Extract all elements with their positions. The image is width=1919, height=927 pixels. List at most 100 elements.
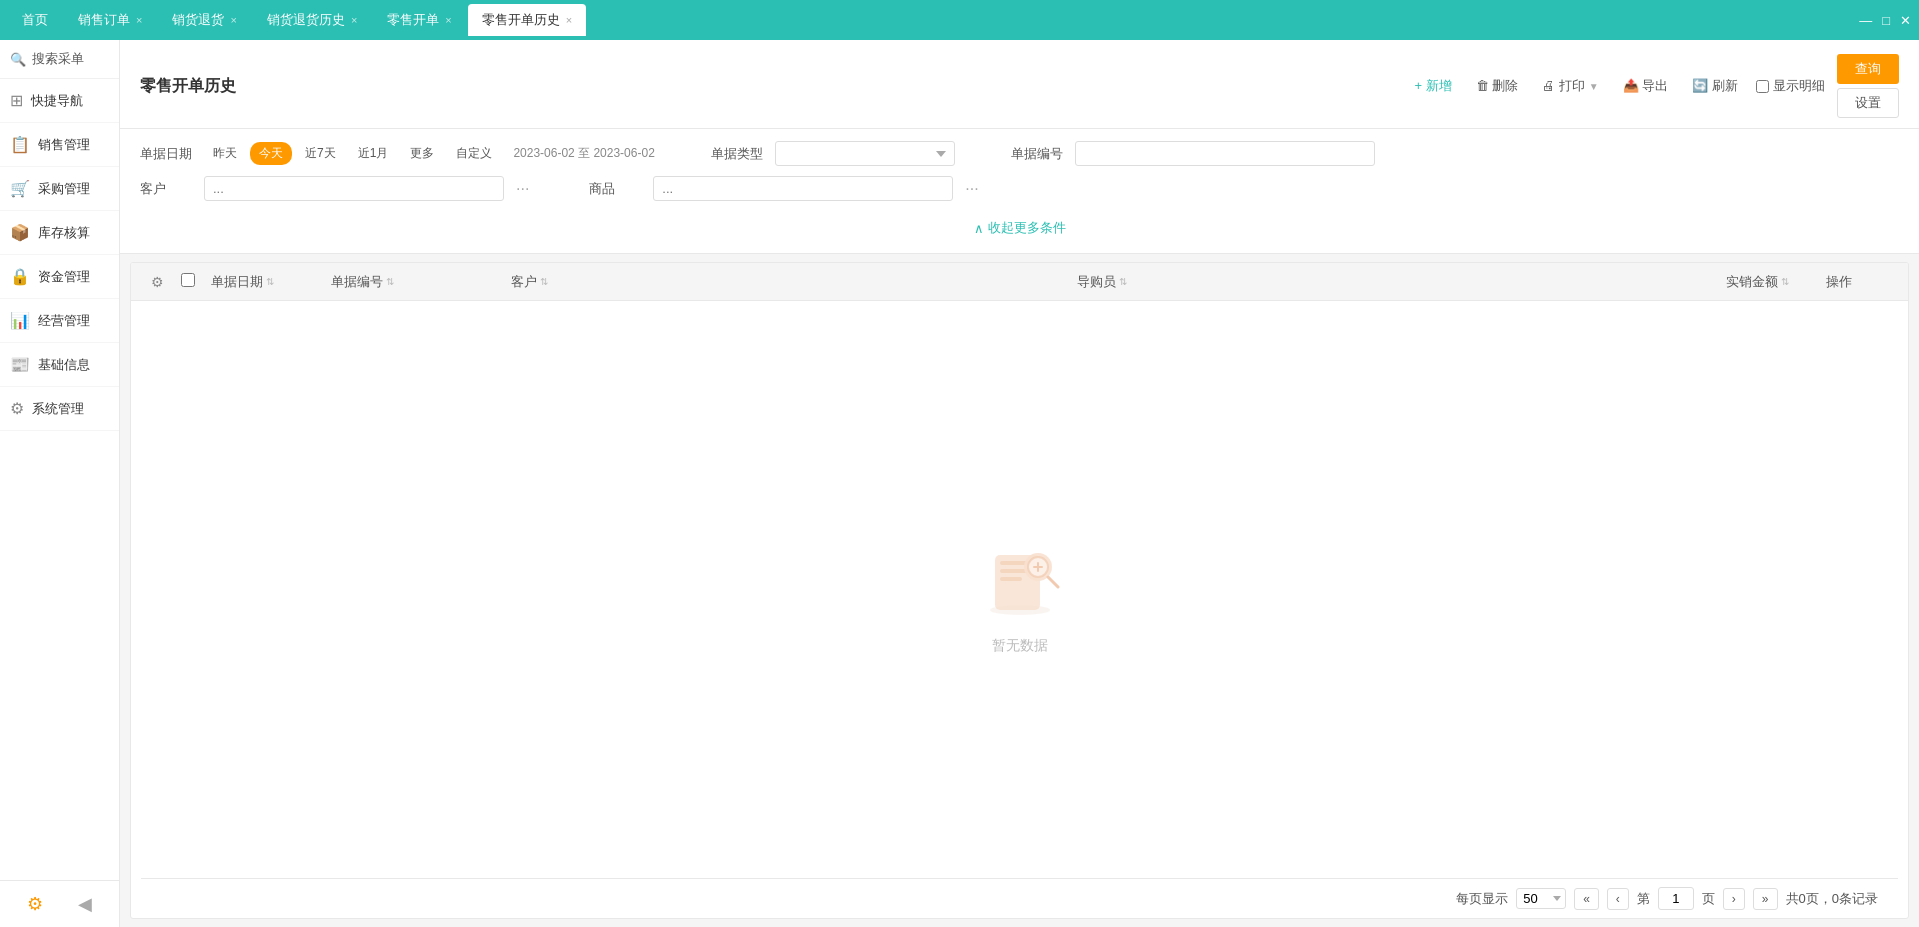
display-detail-checkbox[interactable] [1756, 80, 1769, 93]
tab-home[interactable]: 首页 [8, 4, 62, 36]
page-prefix: 第 [1637, 890, 1650, 908]
refresh-button[interactable]: 🔄 刷新 [1686, 73, 1744, 99]
next-page-btn[interactable]: › [1723, 888, 1745, 910]
date-btn-7days[interactable]: 近7天 [296, 142, 345, 165]
per-page-label: 每页显示 [1456, 890, 1508, 908]
col-guide[interactable]: 导购员 ⇅ [1069, 273, 1169, 291]
collapse-icon: ∧ [974, 221, 984, 236]
product-label: 商品 [589, 180, 645, 198]
tab-sales-return[interactable]: 销货退货 × [158, 4, 250, 36]
sidebar-item-finance[interactable]: 🔒 资金管理 [0, 255, 119, 299]
basic-info-icon: 📰 [10, 355, 30, 374]
print-button[interactable]: 🖨 打印 ▼ [1536, 73, 1605, 99]
sort-amount-icon: ⇅ [1781, 276, 1789, 287]
sort-guide-icon: ⇅ [1119, 276, 1127, 287]
col-amount[interactable]: 实销金额 ⇅ [1718, 273, 1818, 291]
svg-rect-4 [1000, 577, 1022, 581]
date-buttons: 昨天 今天 近7天 近1月 更多 自定义 [204, 142, 501, 165]
collapse-btn[interactable]: ∧ 收起更多条件 [974, 215, 1066, 241]
date-btn-more[interactable]: 更多 [401, 142, 443, 165]
tab-close-retail-open-history[interactable]: × [566, 14, 572, 26]
customer-filter: 客户 ··· [140, 176, 533, 201]
pagination: 每页显示 50 10 20 100 « ‹ 第 页 › » 共0页，0条记录 [141, 878, 1898, 918]
empty-illustration [970, 525, 1070, 625]
col-action: 操作 [1818, 273, 1898, 291]
select-all-checkbox-cell[interactable] [173, 273, 203, 290]
first-page-btn[interactable]: « [1574, 888, 1599, 910]
sidebar-item-quick-nav[interactable]: ⊞ 快捷导航 [0, 79, 119, 123]
sidebar-item-purchase-mgmt[interactable]: 🛒 采购管理 [0, 167, 119, 211]
sidebar-bottom: ⚙ ◀ [0, 880, 119, 927]
customer-ellipsis-btn[interactable]: ··· [512, 180, 533, 198]
sort-num-icon: ⇅ [386, 276, 394, 287]
date-range: 2023-06-02 至 2023-06-02 [513, 145, 654, 162]
col-customer[interactable]: 客户 ⇅ [503, 273, 1069, 291]
filter-row-1: 单据日期 昨天 今天 近7天 近1月 更多 自定义 2023-06-02 至 2… [140, 141, 1899, 166]
export-button[interactable]: 📤 导出 [1617, 73, 1675, 99]
table-settings-btn[interactable]: ⚙ [141, 274, 173, 290]
minimize-btn[interactable]: — [1859, 13, 1872, 28]
tab-sales-return-history[interactable]: 销货退货历史 × [253, 4, 371, 36]
sidebar-search[interactable]: 🔍 搜索采单 [0, 40, 119, 79]
tab-sales-order[interactable]: 销售订单 × [64, 4, 156, 36]
close-btn[interactable]: ✕ [1900, 13, 1911, 28]
page-suffix: 页 [1702, 890, 1715, 908]
sidebar-collapse-icon[interactable]: ◀ [78, 893, 92, 915]
tab-close-sales-return-history[interactable]: × [351, 14, 357, 26]
page-input[interactable] [1658, 887, 1694, 910]
filter-more-row: ∧ 收起更多条件 [140, 211, 1899, 241]
purchase-mgmt-icon: 🛒 [10, 179, 30, 198]
tab-retail-open[interactable]: 零售开单 × [373, 4, 465, 36]
filter-row-2: 客户 ··· 商品 ··· [140, 176, 1899, 201]
inventory-icon: 📦 [10, 223, 30, 242]
sidebar-item-basic-info[interactable]: 📰 基础信息 [0, 343, 119, 387]
delete-button[interactable]: 🗑 删除 [1470, 73, 1525, 99]
col-num[interactable]: 单据编号 ⇅ [323, 273, 503, 291]
sidebar-item-sales-mgmt[interactable]: 📋 销售管理 [0, 123, 119, 167]
date-btn-yesterday[interactable]: 昨天 [204, 142, 246, 165]
date-btn-custom[interactable]: 自定义 [447, 142, 501, 165]
last-page-btn[interactable]: » [1753, 888, 1778, 910]
add-button[interactable]: + 新增 [1408, 73, 1457, 99]
finance-icon: 🔒 [10, 267, 30, 286]
doc-num-input[interactable] [1075, 141, 1375, 166]
date-btn-1month[interactable]: 近1月 [349, 142, 398, 165]
sidebar: 🔍 搜索采单 ⊞ 快捷导航 📋 销售管理 🛒 采购管理 📦 库存核算 🔒 资金管… [0, 40, 120, 927]
date-btn-today[interactable]: 今天 [250, 142, 292, 165]
quick-nav-icon: ⊞ [10, 91, 23, 110]
sys-mgmt-icon: ⚙ [10, 399, 24, 418]
restore-btn[interactable]: □ [1882, 13, 1890, 28]
total-label: 共0页，0条记录 [1786, 890, 1878, 908]
settings-button[interactable]: 设置 [1837, 88, 1899, 118]
customer-label: 客户 [140, 180, 196, 198]
page-title: 零售开单历史 [140, 76, 236, 97]
tab-close-sales-return[interactable]: × [230, 14, 236, 26]
customer-input[interactable] [204, 176, 504, 201]
sidebar-settings-icon[interactable]: ⚙ [27, 893, 43, 915]
doc-type-select[interactable] [775, 141, 955, 166]
tab-close-retail-open[interactable]: × [445, 14, 451, 26]
sidebar-item-sys-mgmt[interactable]: ⚙ 系统管理 [0, 387, 119, 431]
content-area: 零售开单历史 + 新增 🗑 删除 🖨 打印 ▼ 📤 导出 🔄 刷新 [120, 40, 1919, 927]
product-input[interactable] [653, 176, 953, 201]
sort-customer-icon: ⇅ [540, 276, 548, 287]
top-tabbar: 首页 销售订单 × 销货退货 × 销货退货历史 × 零售开单 × 零售开单历史 … [0, 0, 1919, 40]
date-label: 单据日期 [140, 145, 196, 163]
prev-page-btn[interactable]: ‹ [1607, 888, 1629, 910]
product-ellipsis-btn[interactable]: ··· [961, 180, 982, 198]
sidebar-item-operation[interactable]: 📊 经营管理 [0, 299, 119, 343]
svg-line-7 [1048, 577, 1058, 587]
product-filter: 商品 ··· [589, 176, 982, 201]
tab-retail-open-history[interactable]: 零售开单历史 × [468, 4, 586, 36]
display-detail-toggle[interactable]: 显示明细 [1756, 77, 1825, 95]
sidebar-item-inventory[interactable]: 📦 库存核算 [0, 211, 119, 255]
sales-mgmt-icon: 📋 [10, 135, 30, 154]
tab-close-sales-order[interactable]: × [136, 14, 142, 26]
select-all-checkbox[interactable] [181, 273, 195, 287]
date-filter: 单据日期 昨天 今天 近7天 近1月 更多 自定义 2023-06-02 至 2… [140, 142, 655, 165]
per-page-select[interactable]: 50 10 20 100 [1516, 888, 1566, 909]
svg-rect-3 [1000, 569, 1028, 573]
operation-icon: 📊 [10, 311, 30, 330]
col-date[interactable]: 单据日期 ⇅ [203, 273, 323, 291]
query-button[interactable]: 查询 [1837, 54, 1899, 84]
